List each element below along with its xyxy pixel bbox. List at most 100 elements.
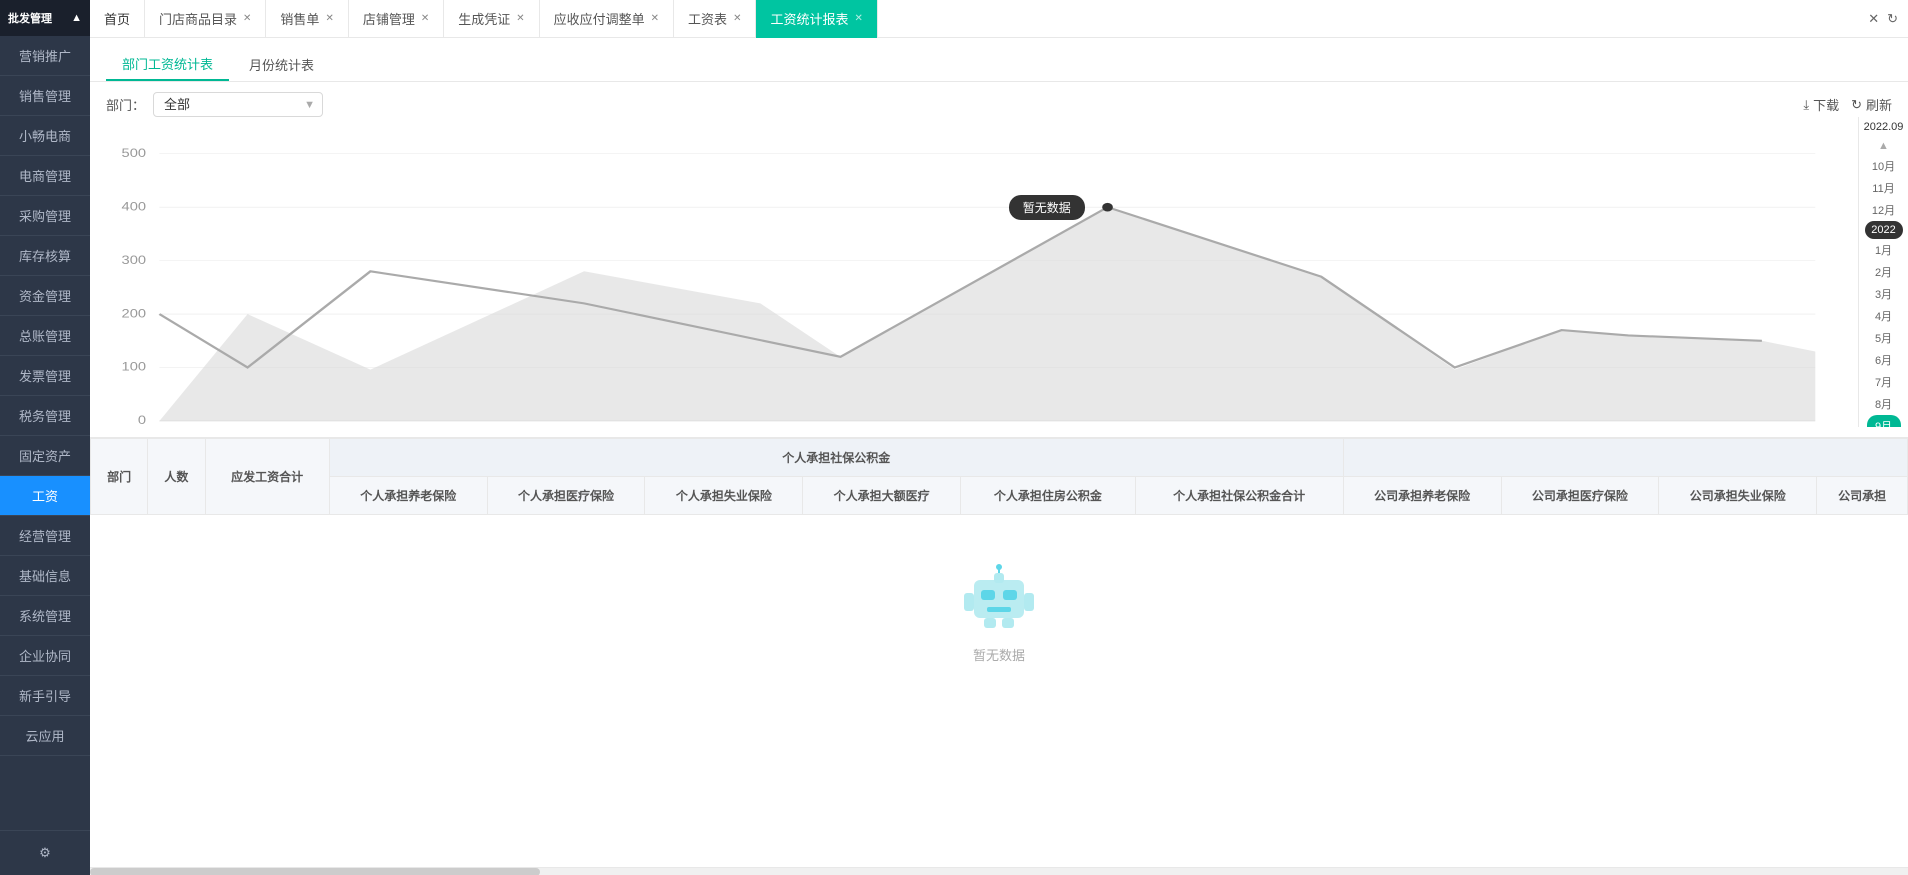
sidebar-item-sales[interactable]: 销售管理	[0, 76, 90, 116]
table-scrollbar-thumb[interactable]	[90, 868, 540, 875]
close-icon[interactable]: ✕	[421, 13, 429, 24]
col-salary: 应发工资合计	[205, 439, 329, 515]
sidebar-item-fixed-assets[interactable]: 固定资产	[0, 436, 90, 476]
sidebar-header[interactable]: 批发管理 ▲	[0, 0, 90, 36]
nav-tab-shop-catalog[interactable]: 门店商品目录 ✕	[145, 0, 266, 38]
sidebar-item-system[interactable]: 系统管理	[0, 596, 90, 636]
sidebar-item-new-guide[interactable]: 新手引导	[0, 676, 90, 716]
timeline-month-oct[interactable]: 10月	[1859, 155, 1908, 177]
sidebar-item-ecommerce-small[interactable]: 小畅电商	[0, 116, 90, 156]
col-personal-medical: 个人承担医疗保险	[487, 477, 645, 515]
timeline-year-label: 2022.09	[1862, 117, 1906, 137]
chart-wrapper: 0 100 200 300 400 500	[106, 127, 1842, 437]
timeline-month-may[interactable]: 5月	[1859, 327, 1908, 349]
main-area: 首页 门店商品目录 ✕ 销售单 ✕ 店铺管理 ✕ 生成凭证 ✕ 应收应付调整单 …	[90, 0, 1908, 875]
sidebar-item-purchase[interactable]: 采购管理	[0, 196, 90, 236]
svg-text:500: 500	[122, 146, 146, 159]
empty-state: 暂无数据	[91, 515, 1908, 704]
sidebar-item-tax[interactable]: 税务管理	[0, 396, 90, 436]
data-table: 部门 人数 应发工资合计 个人承担社保公积金 个人承担养老保险 个人承担医疗保险…	[90, 438, 1908, 704]
refresh-icon: ↻	[1851, 97, 1862, 113]
timeline-month-apr[interactable]: 4月	[1859, 305, 1908, 327]
col-count: 人数	[148, 439, 205, 515]
sidebar-item-marketing[interactable]: 营销推广	[0, 36, 90, 76]
nav-tab-receivable-adjust[interactable]: 应收应付调整单 ✕	[540, 0, 674, 38]
content-area: 部门工资统计表 月份统计表 部门： 全部 ▼ ⤓ 下载	[90, 38, 1908, 875]
download-icon: ⤓	[1803, 97, 1809, 113]
dept-select-wrapper: 全部 ▼	[153, 92, 323, 117]
sub-tab-dept-stat[interactable]: 部门工资统计表	[106, 48, 229, 81]
nav-tab-home[interactable]: 首页	[90, 0, 145, 38]
timeline-month-mar[interactable]: 3月	[1859, 283, 1908, 305]
nav-tab-sales-order[interactable]: 销售单 ✕	[266, 0, 348, 38]
sidebar-title: 批发管理	[8, 10, 52, 26]
col-group-company-insurance	[1343, 439, 1907, 477]
svg-text:300: 300	[122, 253, 146, 266]
timeline-month-jun[interactable]: 6月	[1859, 349, 1908, 371]
close-icon[interactable]: ✕	[516, 13, 524, 24]
timeline-month-aug[interactable]: 8月	[1859, 393, 1908, 415]
col-personal-major-medical: 个人承担大额医疗	[803, 477, 961, 515]
close-icon[interactable]: ✕	[243, 13, 251, 24]
sub-tabs: 部门工资统计表 月份统计表	[90, 38, 1908, 82]
sidebar-item-funds[interactable]: 资金管理	[0, 276, 90, 316]
nav-tab-payroll-table[interactable]: 工资表 ✕	[674, 0, 756, 38]
dept-select[interactable]: 全部	[153, 92, 323, 117]
sidebar-item-ecommerce[interactable]: 电商管理	[0, 156, 90, 196]
timeline-month-nov[interactable]: 11月	[1859, 177, 1908, 199]
col-company-other: 公司承担	[1817, 477, 1908, 515]
svg-text:200: 200	[122, 307, 146, 320]
svg-text:400: 400	[122, 200, 146, 213]
chart-svg: 0 100 200 300 400 500	[106, 127, 1842, 437]
col-dept: 部门	[91, 439, 148, 515]
table-wrapper: 部门 人数 应发工资合计 个人承担社保公积金 个人承担养老保险 个人承担医疗保险…	[90, 437, 1908, 867]
col-personal-unemployment: 个人承担失业保险	[645, 477, 803, 515]
timeline-month-jul[interactable]: 7月	[1859, 371, 1908, 393]
sidebar-item-invoice[interactable]: 发票管理	[0, 356, 90, 396]
nav-tab-shop-manage[interactable]: 店铺管理 ✕	[349, 0, 444, 38]
timeline-up-button[interactable]: ▲	[1875, 137, 1892, 155]
close-icon[interactable]: ✕	[854, 13, 862, 24]
sidebar: 批发管理 ▲ 营销推广 销售管理 小畅电商 电商管理 采购管理 库存核算 资金管…	[0, 0, 90, 875]
col-company-pension: 公司承担养老保险	[1343, 477, 1501, 515]
sidebar-settings-button[interactable]: ⚙	[0, 830, 90, 875]
download-button[interactable]: ⤓ 下载	[1803, 95, 1839, 114]
nav-tab-payroll-report[interactable]: 工资统计报表 ✕	[756, 0, 877, 38]
refresh-toolbar-button[interactable]: ↻ 刷新	[1851, 95, 1892, 114]
close-icon[interactable]: ✕	[733, 13, 741, 24]
col-group-personal-insurance: 个人承担社保公积金	[329, 439, 1343, 477]
refresh-button[interactable]: ↻	[1887, 11, 1898, 27]
timeline-month-jan[interactable]: 1月	[1859, 239, 1908, 261]
col-company-unemployment: 公司承担失业保险	[1659, 477, 1817, 515]
close-icon[interactable]: ✕	[651, 13, 659, 24]
sidebar-item-inventory[interactable]: 库存核算	[0, 236, 90, 276]
sidebar-item-basic-info[interactable]: 基础信息	[0, 556, 90, 596]
empty-label: 暂无数据	[973, 645, 1025, 664]
empty-state-row: 暂无数据	[91, 515, 1908, 705]
timeline-panel: 2022.09 ▲ 10月 11月 12月 2022 1月 2月 3月 4月 5…	[1858, 117, 1908, 427]
timeline-month-feb[interactable]: 2月	[1859, 261, 1908, 283]
top-nav-right: ✕ ↻	[1868, 11, 1908, 27]
col-personal-housing-fund: 个人承担住房公积金	[961, 477, 1136, 515]
timeline-month-dec[interactable]: 12月	[1859, 199, 1908, 221]
timeline-month-sep[interactable]: 9月	[1867, 415, 1901, 427]
timeline-year-2022[interactable]: 2022	[1865, 221, 1903, 239]
sidebar-item-general-ledger[interactable]: 总账管理	[0, 316, 90, 356]
svg-text:100: 100	[122, 360, 146, 373]
sidebar-item-enterprise[interactable]: 企业协同	[0, 636, 90, 676]
dept-label: 部门：	[106, 95, 145, 114]
sidebar-item-payroll[interactable]: 工资	[0, 476, 90, 516]
table-scrollbar[interactable]	[90, 867, 1908, 875]
close-all-button[interactable]: ✕	[1868, 11, 1879, 27]
sub-tab-month-stat[interactable]: 月份统计表	[233, 49, 330, 80]
chart-section: 0 100 200 300 400 500	[90, 127, 1908, 437]
sidebar-item-cloud-app[interactable]: 云应用	[0, 716, 90, 756]
nav-tab-production-cert[interactable]: 生成凭证 ✕	[444, 0, 539, 38]
toolbar-left: 部门： 全部 ▼	[106, 92, 323, 117]
sidebar-collapse-icon[interactable]: ▲	[71, 12, 82, 24]
close-icon[interactable]: ✕	[325, 13, 333, 24]
toolbar-row: 部门： 全部 ▼ ⤓ 下载 ↻ 刷新	[90, 82, 1908, 127]
sidebar-item-operations[interactable]: 经营管理	[0, 516, 90, 556]
col-company-medical: 公司承担医疗保险	[1501, 477, 1659, 515]
empty-icon	[959, 555, 1039, 635]
